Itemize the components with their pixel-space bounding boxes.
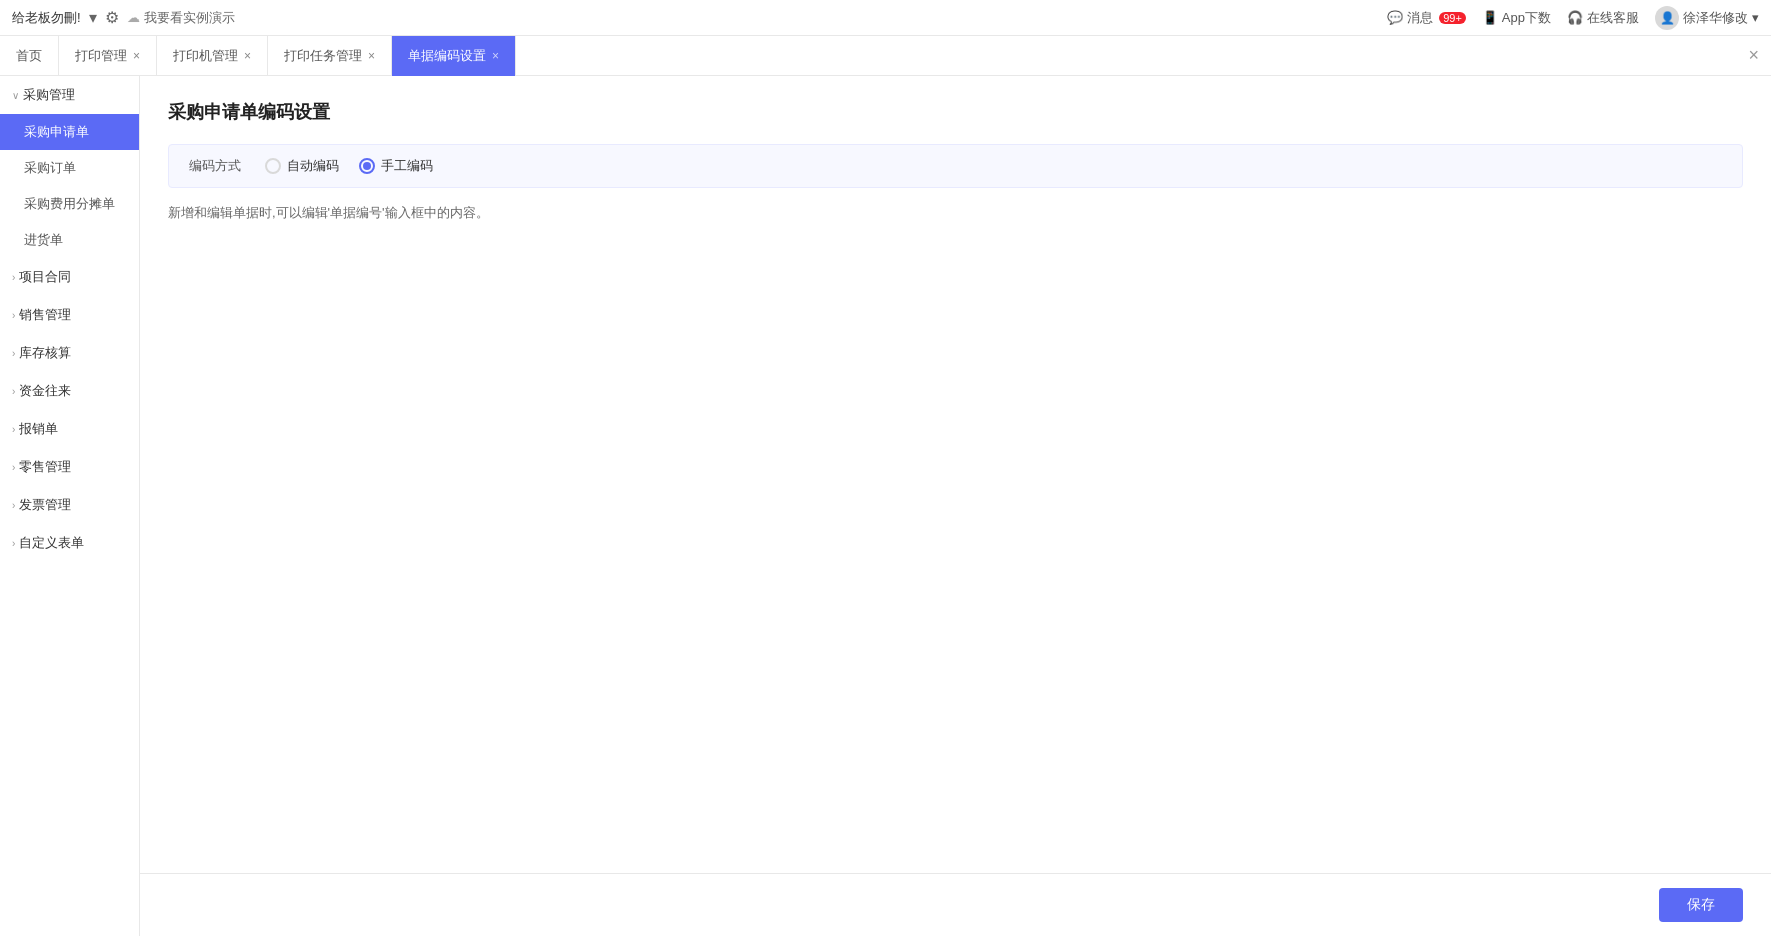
- tab-bar: 首页 打印管理 × 打印机管理 × 打印任务管理 × 单据编码设置 × ×: [0, 36, 1771, 76]
- sidebar-group-invoice-mgmt-label: 发票管理: [19, 496, 71, 514]
- top-bar: 给老板勿刪! ▾ ⚙ ☁ 我要看实例演示 💬 消息 99+ 📱 App下数 🎧 …: [0, 0, 1771, 36]
- top-bar-right: 💬 消息 99+ 📱 App下数 🎧 在线客服 👤 徐泽华修改 ▾: [1387, 6, 1759, 30]
- main-footer: 保存: [140, 873, 1771, 936]
- encoding-row: 编码方式 自动编码 手工编码: [168, 144, 1743, 188]
- sidebar: ∨ 采购管理 采购申请单 采购订单 采购费用分摊单 进货单 › 项目合同 › 销…: [0, 76, 140, 936]
- radio-manual[interactable]: 手工编码: [359, 157, 433, 175]
- sidebar-group-return-header[interactable]: › 报销单: [0, 410, 139, 448]
- tab-print-task-mgmt-close[interactable]: ×: [368, 49, 375, 63]
- radio-auto[interactable]: 自动编码: [265, 157, 339, 175]
- user-menu[interactable]: 👤 徐泽华修改 ▾: [1655, 6, 1759, 30]
- sidebar-group-project-contract-header[interactable]: › 项目合同: [0, 258, 139, 296]
- tab-print-mgmt[interactable]: 打印管理 ×: [59, 36, 157, 76]
- arrow-right-icon3: ›: [12, 348, 15, 359]
- page-close-button[interactable]: ×: [1748, 45, 1759, 66]
- sidebar-group-return-label: 报销单: [19, 420, 58, 438]
- sidebar-group-project-contract: › 项目合同: [0, 258, 139, 296]
- arrow-right-icon4: ›: [12, 386, 15, 397]
- app-download-icon: 📱: [1482, 10, 1498, 25]
- sidebar-group-purchase-mgmt: ∨ 采购管理 采购申请单 采购订单 采购费用分摊单 进货单: [0, 76, 139, 258]
- settings-icon[interactable]: ⚙: [105, 8, 119, 27]
- sidebar-group-sales-mgmt-header[interactable]: › 销售管理: [0, 296, 139, 334]
- tab-home[interactable]: 首页: [0, 36, 59, 76]
- tab-printer-mgmt-close[interactable]: ×: [244, 49, 251, 63]
- top-bar-left: 给老板勿刪! ▾ ⚙ ☁ 我要看实例演示: [12, 8, 235, 27]
- main-content: 采购申请单编码设置 编码方式 自动编码 手工编码: [140, 76, 1771, 873]
- sidebar-group-sales-mgmt: › 销售管理: [0, 296, 139, 334]
- sidebar-group-invoice-mgmt-header[interactable]: › 发票管理: [0, 486, 139, 524]
- tab-printer-mgmt[interactable]: 打印机管理 ×: [157, 36, 268, 76]
- sidebar-group-purchase-mgmt-header[interactable]: ∨ 采购管理: [0, 76, 139, 114]
- message-badge: 99+: [1439, 12, 1466, 24]
- sidebar-group-custom-forms: › 自定义表单: [0, 524, 139, 562]
- radio-auto-label: 自动编码: [287, 157, 339, 175]
- app-download-action[interactable]: 📱 App下数: [1482, 9, 1551, 27]
- radio-auto-circle: [265, 158, 281, 174]
- arrow-right-icon8: ›: [12, 538, 15, 549]
- sidebar-item-purchase-order[interactable]: 采购订单: [0, 150, 139, 186]
- sidebar-group-retail-mgmt-label: 零售管理: [19, 458, 71, 476]
- tab-print-task-mgmt-label: 打印任务管理: [284, 47, 362, 65]
- message-label: 消息: [1407, 9, 1433, 27]
- demo-link[interactable]: ☁ 我要看实例演示: [127, 9, 235, 27]
- radio-manual-dot: [363, 162, 371, 170]
- sidebar-group-capital-header[interactable]: › 资金往来: [0, 372, 139, 410]
- tab-single-barcode-close[interactable]: ×: [492, 49, 499, 63]
- dropdown-icon[interactable]: ▾: [89, 8, 97, 27]
- online-service-action[interactable]: 🎧 在线客服: [1567, 9, 1639, 27]
- message-icon: 💬: [1387, 10, 1403, 25]
- arrow-down-icon: ∨: [12, 90, 19, 101]
- brand-text: 给老板勿刪!: [12, 9, 81, 27]
- message-action[interactable]: 💬 消息 99+: [1387, 9, 1466, 27]
- page-title: 采购申请单编码设置: [168, 100, 1743, 124]
- sidebar-item-goods-receipt[interactable]: 进货单: [0, 222, 139, 258]
- arrow-right-icon7: ›: [12, 500, 15, 511]
- sidebar-group-project-contract-label: 项目合同: [19, 268, 71, 286]
- cloud-icon: ☁: [127, 10, 140, 25]
- tab-print-mgmt-close[interactable]: ×: [133, 49, 140, 63]
- sidebar-group-capital: › 资金往来: [0, 372, 139, 410]
- sidebar-group-inventory: › 库存核算: [0, 334, 139, 372]
- tab-single-barcode[interactable]: 单据编码设置 ×: [392, 36, 516, 76]
- user-name: 徐泽华修改: [1683, 9, 1748, 27]
- tab-single-barcode-label: 单据编码设置: [408, 47, 486, 65]
- sidebar-group-invoice-mgmt: › 发票管理: [0, 486, 139, 524]
- user-dropdown-icon: ▾: [1752, 10, 1759, 25]
- online-service-icon: 🎧: [1567, 10, 1583, 25]
- encoding-label: 编码方式: [189, 157, 241, 175]
- sidebar-group-retail-mgmt-header[interactable]: › 零售管理: [0, 448, 139, 486]
- radio-group: 自动编码 手工编码: [265, 157, 433, 175]
- arrow-right-icon5: ›: [12, 424, 15, 435]
- main-panel: 采购申请单编码设置 编码方式 自动编码 手工编码: [140, 76, 1771, 936]
- arrow-right-icon6: ›: [12, 462, 15, 473]
- sidebar-group-custom-forms-label: 自定义表单: [19, 534, 84, 552]
- sidebar-group-inventory-label: 库存核算: [19, 344, 71, 362]
- online-service-label: 在线客服: [1587, 9, 1639, 27]
- sidebar-group-return: › 报销单: [0, 410, 139, 448]
- radio-manual-circle: [359, 158, 375, 174]
- sidebar-group-sales-mgmt-label: 销售管理: [19, 306, 71, 324]
- tab-printer-mgmt-label: 打印机管理: [173, 47, 238, 65]
- sidebar-group-retail-mgmt: › 零售管理: [0, 448, 139, 486]
- tab-print-task-mgmt[interactable]: 打印任务管理 ×: [268, 36, 392, 76]
- sidebar-group-purchase-mgmt-label: 采购管理: [23, 86, 75, 104]
- tab-home-label: 首页: [16, 47, 42, 65]
- tab-print-mgmt-label: 打印管理: [75, 47, 127, 65]
- sidebar-group-inventory-header[interactable]: › 库存核算: [0, 334, 139, 372]
- arrow-right-icon: ›: [12, 272, 15, 283]
- save-button[interactable]: 保存: [1659, 888, 1743, 922]
- arrow-right-icon2: ›: [12, 310, 15, 321]
- sidebar-group-custom-forms-header[interactable]: › 自定义表单: [0, 524, 139, 562]
- sidebar-item-purchase-expense[interactable]: 采购费用分摊单: [0, 186, 139, 222]
- layout: ∨ 采购管理 采购申请单 采购订单 采购费用分摊单 进货单 › 项目合同 › 销…: [0, 76, 1771, 936]
- hint-text: 新增和编辑单据时,可以编辑'单据编号'输入框中的内容。: [168, 204, 1743, 222]
- app-download-label: App下数: [1502, 9, 1551, 27]
- radio-manual-label: 手工编码: [381, 157, 433, 175]
- sidebar-group-capital-label: 资金往来: [19, 382, 71, 400]
- avatar: 👤: [1655, 6, 1679, 30]
- sidebar-item-purchase-request[interactable]: 采购申请单: [0, 114, 139, 150]
- demo-text: 我要看实例演示: [144, 9, 235, 27]
